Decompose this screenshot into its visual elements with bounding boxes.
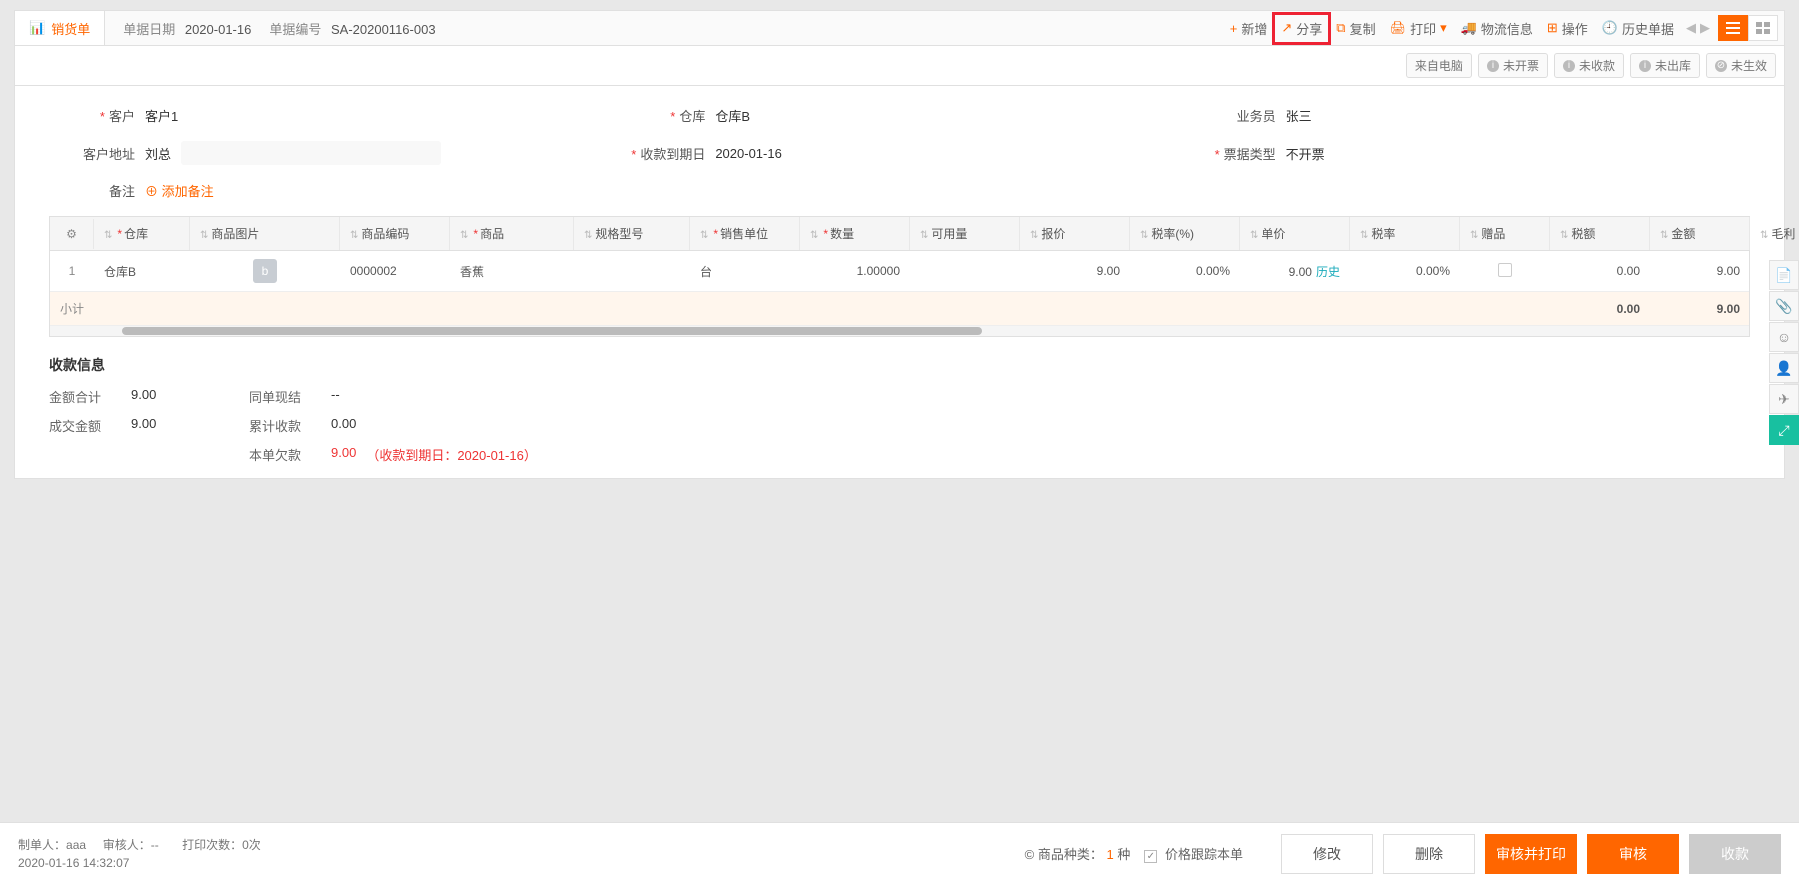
grid-icon: ⊞: [1547, 20, 1558, 36]
info-icon: i: [1563, 60, 1575, 72]
clock-icon: 🕘: [1602, 20, 1618, 36]
print-button[interactable]: 🖨打印▾: [1384, 15, 1453, 42]
form-panel: *客户 客户1 *仓库 仓库B 业务员 张三 客户地址 刘总 *收款到期日 20…: [14, 86, 1785, 479]
footer: 制单人：aaa 审核人：-- 打印次数：0次 2020-01-16 14:32:…: [0, 822, 1799, 884]
help-icon: ☺: [1777, 329, 1791, 345]
invoice-type-field: *票据类型 不开票: [1190, 141, 1750, 165]
plus-circle-icon: ⊕: [145, 184, 162, 199]
chevron-down-icon: ▾: [1440, 20, 1447, 36]
invoice-status-badge: i未开票: [1478, 53, 1548, 78]
rail-send-button[interactable]: ✈: [1769, 384, 1799, 414]
checkbox-icon: ✓: [1144, 850, 1157, 863]
horizontal-scrollbar[interactable]: [50, 326, 1749, 336]
info-icon: i: [1639, 60, 1651, 72]
settings-column[interactable]: ⚙: [50, 219, 94, 249]
new-button[interactable]: +新增: [1224, 15, 1274, 42]
price-follow-checkbox[interactable]: ✓ 价格跟踪本单: [1144, 844, 1243, 863]
toolbar: 📊 销货单 单据日期 2020-01-16 单据编号 SA-20200116-0…: [14, 10, 1785, 46]
expand-icon: ⤢: [1778, 422, 1789, 439]
total-amount: 金额合计9.00: [49, 387, 249, 406]
sku-count: © 商品种类： 1 种: [1025, 844, 1131, 863]
send-icon: ✈: [1778, 391, 1790, 408]
copy-button[interactable]: ⧉复制: [1330, 15, 1381, 42]
order-owed: 本单欠款 9.00 （收款到期日：2020-01-16）: [249, 445, 549, 464]
logistics-button[interactable]: 🚚物流信息: [1455, 15, 1539, 42]
payment-section: 收款信息 金额合计9.00 同单现结-- 成交金额9.00 累计收款0.00 本…: [49, 355, 1750, 464]
info-icon: i: [1487, 60, 1499, 72]
gift-checkbox[interactable]: [1498, 263, 1512, 277]
edit-button[interactable]: 修改: [1281, 834, 1373, 874]
payment-title: 收款信息: [49, 355, 1750, 375]
status-row: 来自电脑 i未开票 i未收款 i未出库 ⊘未生效: [14, 46, 1785, 86]
print-icon: 🖨: [1390, 20, 1407, 36]
effect-status-badge: ⊘未生效: [1706, 53, 1776, 78]
same-order-settle: 同单现结--: [249, 387, 549, 406]
header-date: 单据日期 2020-01-16: [123, 19, 251, 38]
customer-field: *客户 客户1: [49, 106, 609, 125]
salesperson-field: 业务员 张三: [1190, 106, 1750, 125]
audit-print-button[interactable]: 审核并打印: [1485, 834, 1577, 874]
paperclip-icon: 📎: [1775, 298, 1792, 315]
footer-timestamp: 2020-01-16 14:32:07: [18, 854, 261, 872]
image-placeholder-icon: b: [253, 259, 277, 283]
table-header: ⚙ ⇅*仓库 ⇅商品图片 ⇅商品编码 ⇅*商品 ⇅规格型号 ⇅*销售单位 ⇅*数…: [50, 217, 1749, 251]
copyright-icon: ©: [1025, 847, 1035, 862]
receipt-status-badge: i未收款: [1554, 53, 1624, 78]
rail-attachment-button[interactable]: 📎: [1769, 291, 1799, 321]
due-date-field: *收款到期日 2020-01-16: [619, 141, 1179, 165]
plus-icon: +: [1230, 21, 1238, 36]
copy-icon: ⧉: [1336, 20, 1345, 36]
tab-title: 销货单: [51, 19, 90, 38]
tab-sales-order[interactable]: 📊 销货单: [15, 11, 105, 45]
items-table: ⚙ ⇅*仓库 ⇅商品图片 ⇅商品编码 ⇅*商品 ⇅规格型号 ⇅*销售单位 ⇅*数…: [49, 216, 1750, 337]
view-list-button[interactable]: [1718, 15, 1748, 41]
deal-amount: 成交金额9.00: [49, 416, 249, 435]
add-remark-button[interactable]: ⊕ 添加备注: [145, 181, 214, 200]
cumulative-received: 累计收款0.00: [249, 416, 549, 435]
prev-button[interactable]: ◀: [1686, 20, 1696, 36]
view-toggle: [1718, 15, 1778, 41]
receive-button[interactable]: 收款: [1689, 834, 1781, 874]
remark-field: 备注 ⊕ 添加备注: [49, 181, 609, 200]
address-field: 客户地址 刘总: [49, 141, 609, 165]
stop-icon: ⊘: [1715, 60, 1727, 72]
share-button[interactable]: ↗分享: [1275, 15, 1328, 42]
delete-button[interactable]: 删除: [1383, 834, 1475, 874]
header-number: 单据编号 SA-20200116-003: [269, 19, 435, 38]
user-icon: 👤: [1775, 360, 1792, 377]
warehouse-field: *仓库 仓库B: [619, 106, 1179, 125]
next-button[interactable]: ▶: [1700, 20, 1710, 36]
doc-icon: 📄: [1775, 267, 1792, 284]
subtotal-row: 小计 0.00 9.00 -59.21: [50, 292, 1749, 326]
row-index: 1: [50, 256, 94, 286]
price-history-link[interactable]: 历史: [1316, 265, 1340, 279]
share-icon: ↗: [1281, 20, 1292, 36]
address-redacted: [181, 141, 441, 165]
truck-icon: 🚚: [1461, 20, 1477, 36]
ops-button[interactable]: ⊞操作: [1541, 15, 1594, 42]
rail-help-button[interactable]: ☺: [1769, 322, 1799, 352]
rail-expand-button[interactable]: ⤢: [1769, 415, 1799, 445]
view-grid-button[interactable]: [1748, 15, 1778, 41]
rail-doc-button[interactable]: 📄: [1769, 260, 1799, 290]
gear-icon: ⚙: [66, 227, 77, 241]
history-button[interactable]: 🕘历史单据: [1596, 15, 1680, 42]
rail-user-button[interactable]: 👤: [1769, 353, 1799, 383]
chart-icon: 📊: [29, 20, 45, 36]
stock-status-badge: i未出库: [1630, 53, 1700, 78]
audit-button[interactable]: 审核: [1587, 834, 1679, 874]
source-badge: 来自电脑: [1406, 53, 1472, 78]
table-row[interactable]: 1 仓库B b 0000002 香蕉 台 1.00000 9.00 0.00% …: [50, 251, 1749, 292]
right-rail: 📄 📎 ☺ 👤 ✈ ⤢: [1769, 260, 1799, 445]
footer-meta: 制单人：aaa 审核人：-- 打印次数：0次 2020-01-16 14:32:…: [18, 836, 261, 872]
